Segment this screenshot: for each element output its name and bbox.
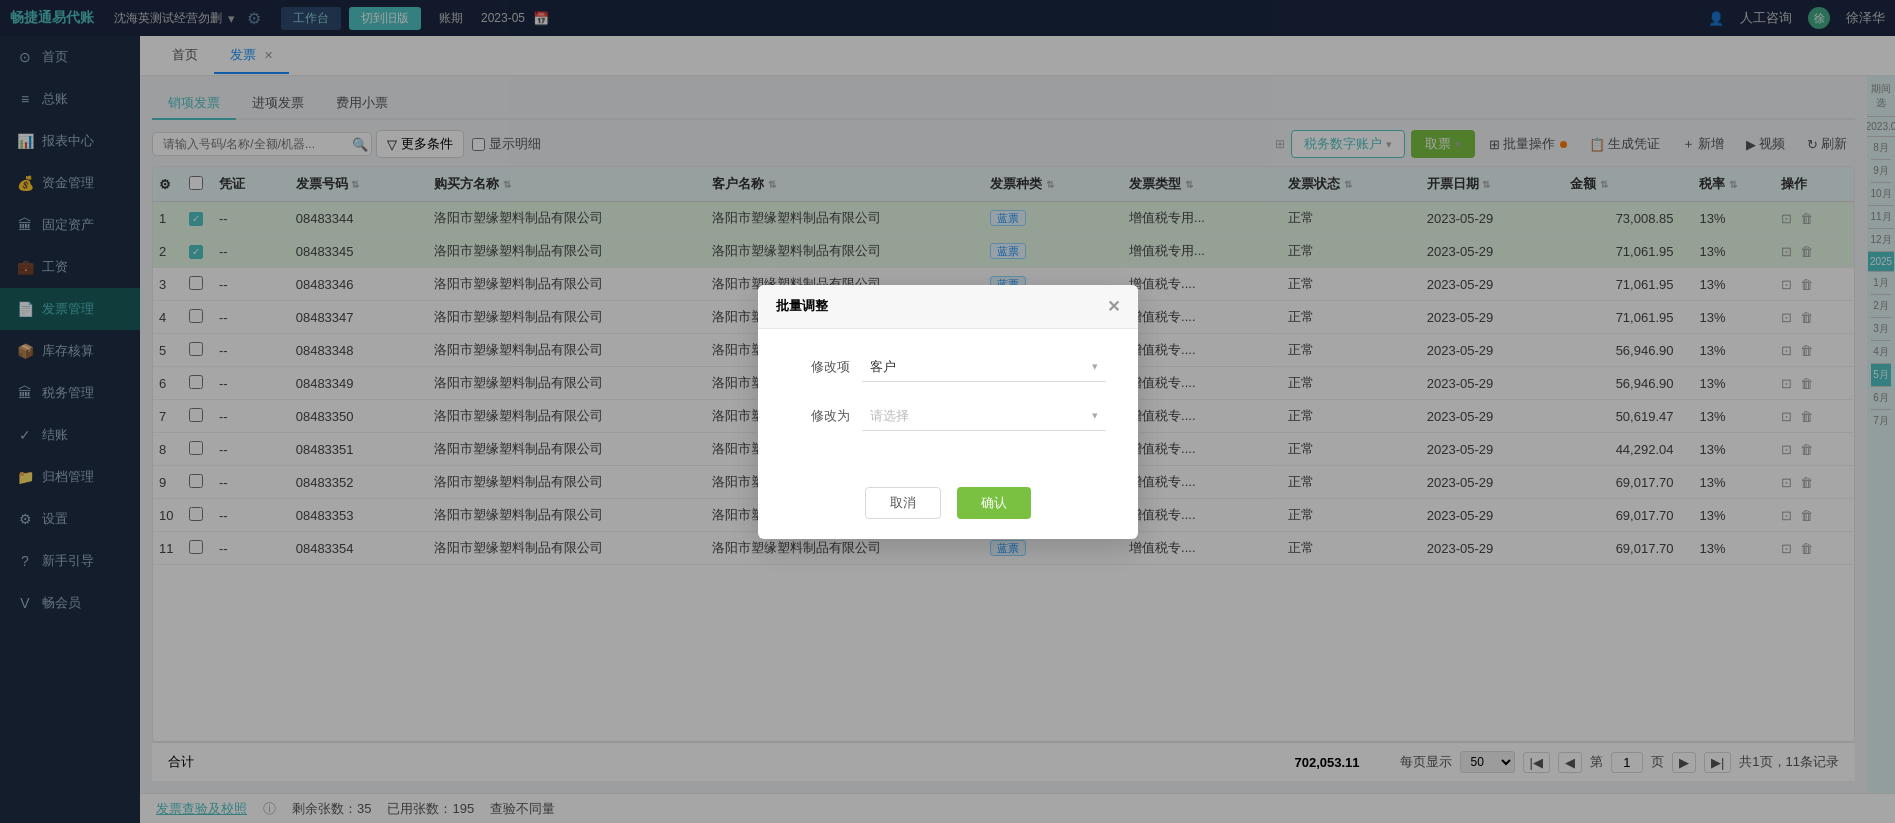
- modify-to-label: 修改为: [790, 407, 850, 425]
- modal-header: 批量调整 ✕: [758, 285, 1138, 329]
- modal-footer: 取消 确认: [758, 475, 1138, 539]
- confirm-btn[interactable]: 确认: [957, 487, 1031, 519]
- modify-to-chevron: ▾: [1092, 409, 1098, 422]
- modify-field-chevron: ▾: [1092, 360, 1098, 373]
- modify-to-select[interactable]: 请选择 ▾: [862, 402, 1106, 431]
- modify-field-select[interactable]: 客户 ▾: [862, 353, 1106, 382]
- cancel-btn[interactable]: 取消: [865, 487, 941, 519]
- batch-adjust-modal: 批量调整 ✕ 修改项 客户 ▾ 修改为 请选择 ▾ 取消 确认: [758, 285, 1138, 539]
- modify-to-placeholder: 请选择: [870, 407, 909, 425]
- modal-close-btn[interactable]: ✕: [1107, 297, 1120, 316]
- modal-title: 批量调整: [776, 297, 828, 315]
- modify-field-label: 修改项: [790, 358, 850, 376]
- modal-body: 修改项 客户 ▾ 修改为 请选择 ▾: [758, 329, 1138, 475]
- modify-field-row: 修改项 客户 ▾: [790, 353, 1106, 382]
- modify-field-value: 客户: [870, 358, 896, 376]
- modal-overlay: 批量调整 ✕ 修改项 客户 ▾ 修改为 请选择 ▾ 取消 确认: [0, 0, 1895, 823]
- modify-to-row: 修改为 请选择 ▾: [790, 402, 1106, 431]
